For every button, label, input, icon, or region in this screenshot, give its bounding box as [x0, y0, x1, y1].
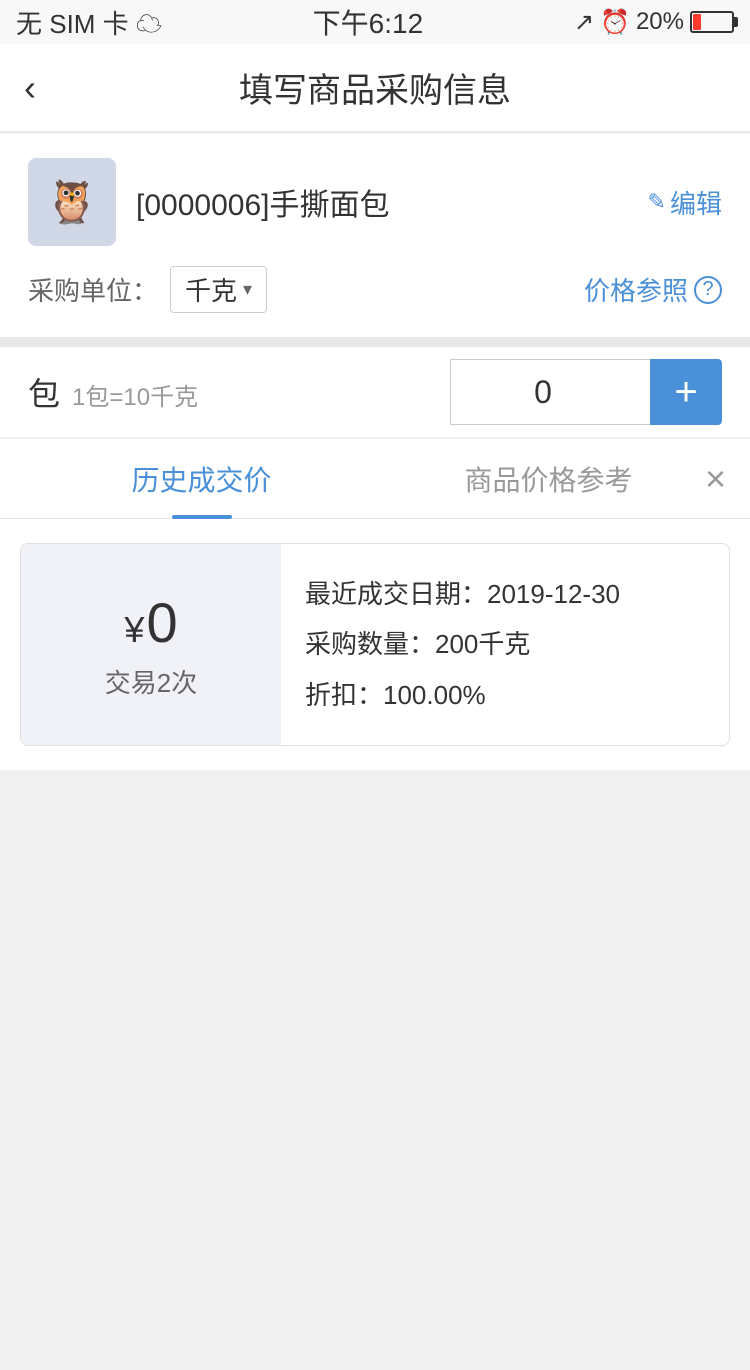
history-price-display: ¥ 0	[124, 590, 177, 655]
tab-price-reference[interactable]: 商品价格参考	[375, 439, 722, 519]
product-id-text: [0000006]	[136, 189, 269, 222]
quantity-unit-label: 包	[28, 369, 60, 415]
quantity-conversion-label: 1包=10千克	[72, 377, 198, 412]
price-value: 0	[146, 590, 177, 655]
unit-row: 采购单位： 千克 ▾	[28, 266, 267, 313]
location-icon: ↗	[574, 8, 594, 37]
status-time: 下午6:12	[313, 2, 424, 42]
product-top-row: 🦉 [0000006]手撕面包 ✎ 编辑	[28, 158, 722, 246]
product-thumbnail-icon: 🦉	[46, 178, 98, 227]
price-ref-help-icon: ?	[694, 276, 722, 304]
history-card: ¥ 0 交易2次 最近成交日期：2019-12-30 采购数量：200千克 折扣…	[20, 543, 730, 746]
history-card-left: ¥ 0 交易2次	[21, 544, 281, 745]
edit-icon: ✎	[648, 189, 666, 215]
main-content-area	[0, 770, 750, 1370]
tab-history-price[interactable]: 历史成交价	[28, 439, 375, 519]
unit-label: 采购单位：	[28, 271, 158, 308]
alarm-icon: ⏰	[600, 8, 630, 37]
page-title: 填写商品采购信息	[239, 63, 511, 112]
tab-header: 历史成交价 商品价格参考 ×	[0, 439, 750, 519]
battery-icon	[690, 11, 734, 33]
currency-symbol: ¥	[124, 609, 144, 651]
quantity-input-group: +	[450, 359, 722, 425]
page-header: ‹ 填写商品采购信息	[0, 44, 750, 132]
trade-count: 交易2次	[105, 663, 197, 700]
price-ref-label: 价格参照	[584, 271, 688, 308]
chevron-down-icon: ▾	[243, 279, 252, 300]
status-bar: 无 SIM 卡 ☁ 下午6:12 ↗ ⏰ 20%	[0, 0, 750, 44]
section-divider	[0, 337, 750, 347]
edit-label: 编辑	[670, 184, 722, 221]
status-right: ↗ ⏰ 20%	[574, 8, 734, 37]
status-left: 无 SIM 卡 ☁	[16, 4, 162, 41]
quantity-label-group: 包 1包=10千克	[28, 369, 198, 415]
unit-select-dropdown[interactable]: 千克 ▾	[170, 266, 267, 313]
recent-date-row: 最近成交日期：2019-12-30	[305, 576, 705, 612]
quantity-increment-button[interactable]: +	[650, 359, 722, 425]
quantity-row: 包 1包=10千克 +	[0, 347, 750, 437]
purchase-qty-row: 采购数量：200千克	[305, 626, 705, 662]
edit-button[interactable]: ✎ 编辑	[648, 184, 722, 221]
battery-fill	[693, 14, 701, 30]
tab-price-ref-label: 商品价格参考	[464, 459, 632, 499]
back-icon: ‹	[24, 67, 36, 108]
tab-history-label: 历史成交价	[131, 459, 271, 499]
quantity-input[interactable]	[450, 359, 650, 425]
discount-row: 折扣：100.00%	[305, 677, 705, 713]
tab-content: ¥ 0 交易2次 最近成交日期：2019-12-30 采购数量：200千克 折扣…	[0, 519, 750, 770]
sim-label: 无 SIM 卡 ☁	[16, 4, 162, 41]
product-name-text: 手撕面包	[269, 189, 389, 222]
price-reference-button[interactable]: 价格参照 ?	[584, 271, 722, 308]
product-card: 🦉 [0000006]手撕面包 ✎ 编辑 采购单位： 千克 ▾ 价格参照 ?	[0, 134, 750, 337]
product-bottom-row: 采购单位： 千克 ▾ 价格参照 ?	[28, 266, 722, 313]
unit-select-value: 千克	[185, 271, 237, 308]
tab-close-button[interactable]: ×	[705, 458, 726, 500]
back-button[interactable]: ‹	[24, 67, 36, 109]
history-card-right: 最近成交日期：2019-12-30 采购数量：200千克 折扣：100.00%	[281, 544, 729, 745]
product-name-container: [0000006]手撕面包	[136, 180, 389, 224]
battery-percent: 20%	[636, 8, 684, 36]
product-id: [0000006]手撕面包	[136, 189, 389, 222]
product-image: 🦉	[28, 158, 116, 246]
tab-panel: 历史成交价 商品价格参考 × ¥ 0 交易2次 最近成交日期：2019-12-3…	[0, 439, 750, 770]
product-left: 🦉 [0000006]手撕面包	[28, 158, 389, 246]
